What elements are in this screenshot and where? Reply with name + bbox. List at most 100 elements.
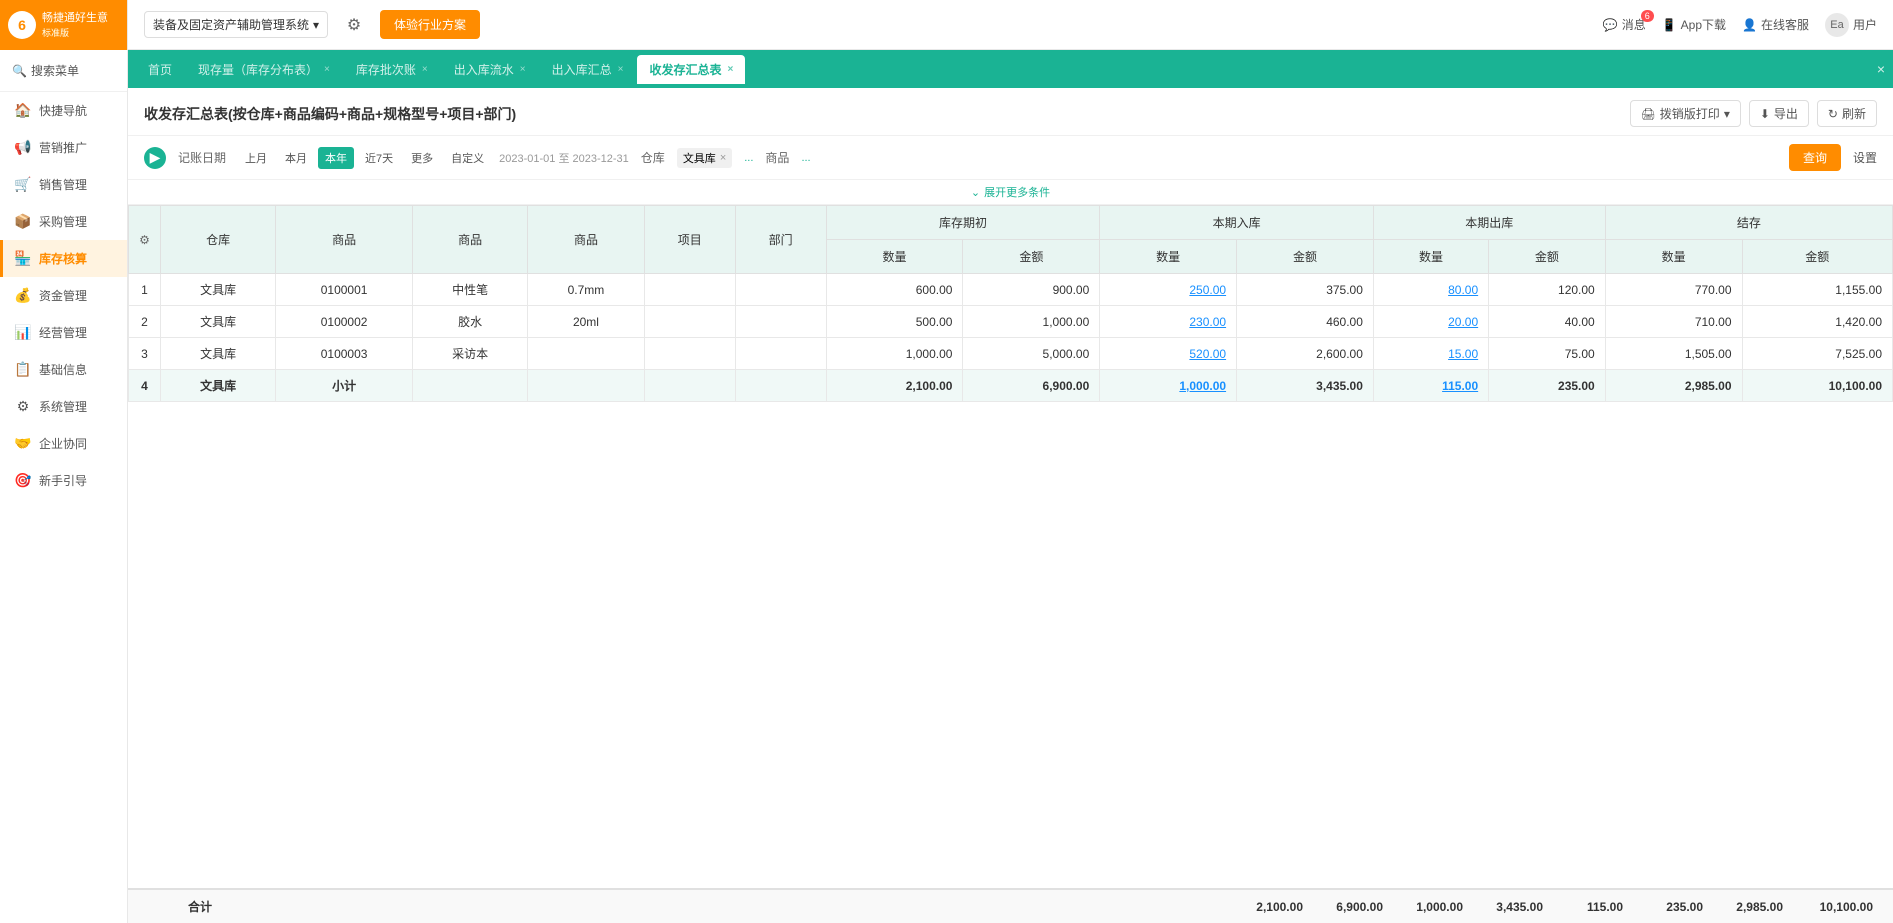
table-row: 2 文具库 0100002 胶水 20ml 500.00 1,000.00 23… <box>129 306 1893 338</box>
th-inbound-amount: 金额 <box>1237 240 1374 274</box>
sidebar-item-system[interactable]: ⚙ 系统管理 <box>0 388 127 425</box>
date-btn-7days[interactable]: 近7天 <box>358 147 400 169</box>
tab-close-icon[interactable]: × <box>520 64 526 75</box>
sidebar-item-quick-nav[interactable]: 🏠 快捷导航 <box>0 92 127 129</box>
cell-no: 1 <box>129 274 161 306</box>
sidebar-item-guide[interactable]: 🎯 新手引导 <box>0 462 127 499</box>
cell-warehouse: 文具库 <box>161 338 276 370</box>
quick-nav-icon: 🏠 <box>15 103 31 119</box>
tab-close-icon[interactable]: × <box>324 64 330 75</box>
refresh-label: 刷新 <box>1842 105 1866 122</box>
cell-opening-amount: 900.00 <box>963 274 1100 306</box>
th-goods-spec: 商品 <box>528 206 645 274</box>
cell-outbound-qty[interactable]: 20.00 <box>1373 306 1488 338</box>
cell-inbound-qty[interactable]: 230.00 <box>1100 306 1237 338</box>
cell-outbound-qty[interactable]: 15.00 <box>1373 338 1488 370</box>
sidebar-item-operations[interactable]: 📊 经营管理 <box>0 314 127 351</box>
user-btn[interactable]: Ea 用户 <box>1825 13 1877 37</box>
warehouse-more-btn[interactable]: ... <box>744 152 753 164</box>
sidebar: 6 畅捷通好生意 标准版 🔍 搜索菜单 🏠 快捷导航 📢 营销推广 🛒 销售管理… <box>0 0 128 923</box>
cell-goods-spec: 20ml <box>528 306 645 338</box>
sidebar-item-inventory[interactable]: 🏪 库存核算 <box>0 240 127 277</box>
sidebar-item-marketing[interactable]: 📢 营销推广 <box>0 129 127 166</box>
date-btn-this-year[interactable]: 本年 <box>318 147 354 169</box>
cell-subtotal-outbound-amount: 235.00 <box>1489 370 1606 402</box>
cell-subtotal-empty2 <box>528 370 645 402</box>
tab-label: 首页 <box>148 61 172 78</box>
tabs-bar: 首页 现存量（库存分布表） × 库存批次账 × 出入库流水 × 出入库汇总 × … <box>128 50 1893 88</box>
filter-toggle-btn[interactable]: ▶ <box>144 147 166 169</box>
tab-inout-summary[interactable]: 出入库汇总 × <box>540 55 636 84</box>
cell-outbound-amount: 120.00 <box>1489 274 1606 306</box>
date-btn-custom[interactable]: 自定义 <box>444 147 491 169</box>
refresh-btn[interactable]: ↻ 刷新 <box>1817 100 1877 127</box>
logo-badge: 标准版 <box>42 26 108 39</box>
cell-closing-amount: 7,525.00 <box>1742 338 1892 370</box>
sidebar-item-sales[interactable]: 🛒 销售管理 <box>0 166 127 203</box>
sidebar-item-label: 营销推广 <box>39 139 87 156</box>
cell-subtotal-empty1 <box>413 370 528 402</box>
sidebar-search[interactable]: 🔍 搜索菜单 <box>0 50 127 92</box>
th-department: 部门 <box>735 206 826 274</box>
sidebar-item-enterprise[interactable]: 🤝 企业协同 <box>0 425 127 462</box>
tab-stock-distribution[interactable]: 现存量（库存分布表） × <box>186 55 342 84</box>
footer-opening-amount: 6,900.00 <box>1313 900 1393 914</box>
trial-btn[interactable]: 体验行业方案 <box>380 10 480 39</box>
sidebar-item-label: 经营管理 <box>39 324 87 341</box>
query-btn[interactable]: 查询 <box>1789 144 1841 171</box>
print-btn[interactable]: 🖨 拨销版打印 ▾ <box>1630 100 1741 127</box>
tab-inout-flow[interactable]: 出入库流水 × <box>442 55 538 84</box>
export-btn[interactable]: ⬇ 导出 <box>1749 100 1809 127</box>
export-label: 导出 <box>1774 105 1798 122</box>
sidebar-item-basic-info[interactable]: 📋 基础信息 <box>0 351 127 388</box>
date-btn-last-month[interactable]: 上月 <box>238 147 274 169</box>
cell-goods-name: 中性笔 <box>413 274 528 306</box>
cell-subtotal-closing-qty: 2,985.00 <box>1605 370 1742 402</box>
online-service-btn[interactable]: 👤 在线客服 <box>1742 16 1809 33</box>
tab-close-icon[interactable]: × <box>727 64 733 75</box>
cell-subtotal-inbound-amount: 3,435.00 <box>1237 370 1374 402</box>
tab-close-icon[interactable]: × <box>422 64 428 75</box>
warehouse-tag-close[interactable]: × <box>720 152 726 164</box>
cell-goods-spec <box>528 338 645 370</box>
cell-closing-qty: 710.00 <box>1605 306 1742 338</box>
cell-inbound-qty[interactable]: 520.00 <box>1100 338 1237 370</box>
logo-icon: 6 <box>8 11 36 39</box>
cell-inbound-qty[interactable]: 250.00 <box>1100 274 1237 306</box>
th-settings[interactable]: ⚙ <box>129 206 161 274</box>
sales-icon: 🛒 <box>15 177 31 193</box>
tab-batch-ledger[interactable]: 库存批次账 × <box>344 55 440 84</box>
page-title: 收发存汇总表(按仓库+商品编码+商品+规格型号+项目+部门) <box>144 104 516 124</box>
cell-subtotal-outbound-qty[interactable]: 115.00 <box>1373 370 1488 402</box>
system-selector[interactable]: 装备及固定资产辅助管理系统 ▾ <box>144 11 328 38</box>
cell-goods-spec: 0.7mm <box>528 274 645 306</box>
warehouse-filter-label: 仓库 <box>641 149 665 166</box>
settings-btn[interactable]: ⚙ <box>340 11 368 39</box>
search-menu-btn[interactable]: 🔍 搜索菜单 <box>8 58 119 83</box>
th-warehouse: 仓库 <box>161 206 276 274</box>
th-goods-name: 商品 <box>413 206 528 274</box>
messages-btn[interactable]: 💬 消息 6 <box>1603 16 1646 33</box>
date-btn-this-month[interactable]: 本月 <box>278 147 314 169</box>
tab-close-icon[interactable]: × <box>618 64 624 75</box>
goods-more-btn[interactable]: ... <box>801 152 810 164</box>
chevron-down-icon: ▾ <box>1724 107 1730 121</box>
sidebar-item-finance[interactable]: 💰 资金管理 <box>0 277 127 314</box>
cell-goods-name: 采访本 <box>413 338 528 370</box>
sidebar-item-purchase[interactable]: 📦 采购管理 <box>0 203 127 240</box>
sidebar-item-label: 基础信息 <box>39 361 87 378</box>
sidebar-item-label: 销售管理 <box>39 176 87 193</box>
system-icon: ⚙ <box>15 399 31 415</box>
filter-settings-btn[interactable]: 设置 <box>1853 149 1877 166</box>
cell-subtotal-inbound-qty[interactable]: 1,000.00 <box>1100 370 1237 402</box>
cell-goods-code: 0100002 <box>276 306 413 338</box>
expand-more-btn[interactable]: ⌄ 展开更多条件 <box>971 184 1050 200</box>
cell-outbound-qty[interactable]: 80.00 <box>1373 274 1488 306</box>
col-settings-icon[interactable]: ⚙ <box>139 233 150 247</box>
tab-home[interactable]: 首页 <box>136 55 184 84</box>
app-download-btn[interactable]: 📱 App下载 <box>1662 16 1726 33</box>
tab-receive-dispatch-summary[interactable]: 收发存汇总表 × <box>637 55 745 84</box>
operations-icon: 📊 <box>15 325 31 341</box>
tabs-close-all-btn[interactable]: × <box>1877 61 1885 77</box>
date-btn-more[interactable]: 更多 <box>404 147 440 169</box>
